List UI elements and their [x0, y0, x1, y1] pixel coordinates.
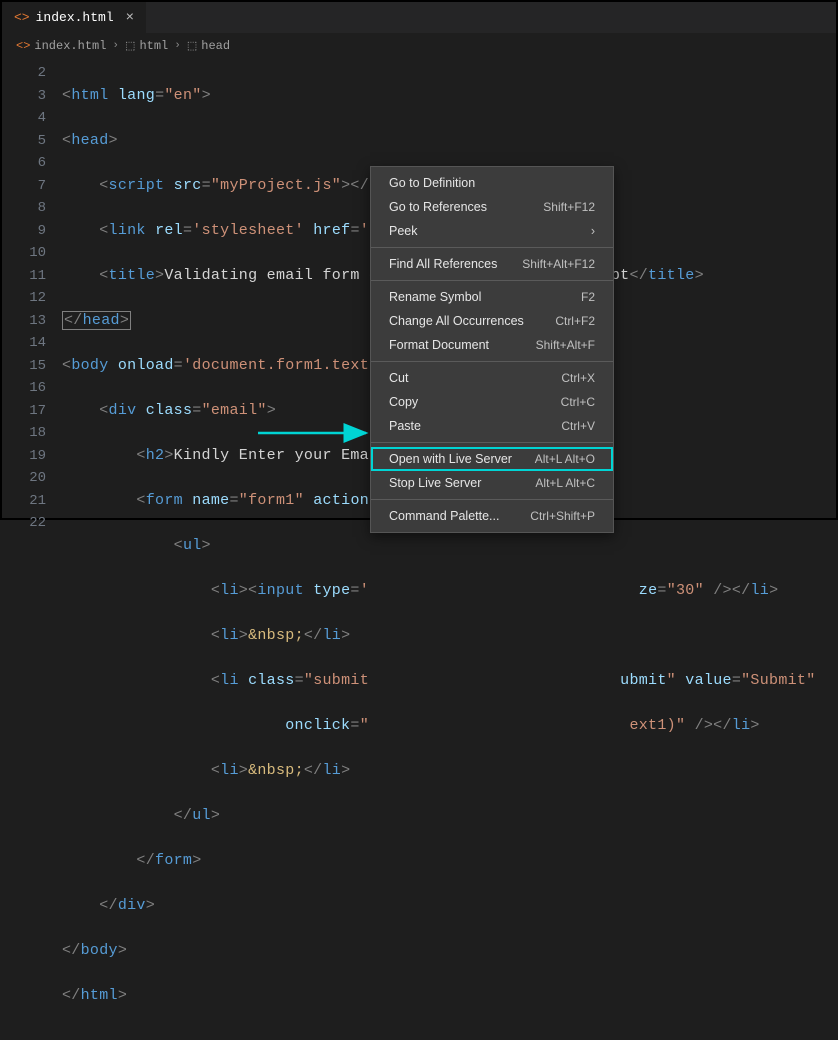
menu-goto-definition[interactable]: Go to Definition: [371, 171, 613, 195]
chevron-right-icon: ›: [174, 40, 181, 52]
close-icon[interactable]: ×: [126, 10, 134, 26]
menu-paste[interactable]: Paste Ctrl+V: [371, 414, 613, 438]
menu-label: Cut: [389, 371, 408, 385]
menu-shortcut: F2: [581, 290, 595, 304]
menu-shortcut: Alt+L Alt+C: [535, 476, 595, 490]
breadcrumb-crumb[interactable]: html: [139, 39, 168, 53]
menu-shortcut: Ctrl+V: [561, 419, 595, 433]
chevron-right-icon: ›: [112, 40, 119, 52]
line-number: 4: [2, 107, 46, 130]
breadcrumb[interactable]: <> index.html › ⬚ html › ⬚ head: [2, 34, 836, 58]
tab-bar: <> index.html ×: [2, 2, 836, 34]
line-number: 14: [2, 332, 46, 355]
code-editor[interactable]: 2 3 4 5 6 7 8 9 10 11 12 13 14 15 16 17 …: [2, 58, 836, 518]
line-number: 20: [2, 467, 46, 490]
menu-command-palette[interactable]: Command Palette... Ctrl+Shift+P: [371, 504, 613, 528]
line-number: 16: [2, 377, 46, 400]
menu-separator: [371, 361, 613, 362]
file-html-icon: <>: [14, 10, 30, 25]
menu-shortcut: Ctrl+X: [561, 371, 595, 385]
line-number: 19: [2, 445, 46, 468]
line-number: 17: [2, 400, 46, 423]
menu-separator: [371, 442, 613, 443]
menu-label: Copy: [389, 395, 418, 409]
menu-label: Open with Live Server: [389, 452, 512, 466]
menu-label: Format Document: [389, 338, 489, 352]
line-number: 2: [2, 62, 46, 85]
menu-copy[interactable]: Copy Ctrl+C: [371, 390, 613, 414]
menu-separator: [371, 247, 613, 248]
menu-stop-live-server[interactable]: Stop Live Server Alt+L Alt+C: [371, 471, 613, 495]
menu-cut[interactable]: Cut Ctrl+X: [371, 366, 613, 390]
menu-label: Rename Symbol: [389, 290, 481, 304]
menu-label: Paste: [389, 419, 421, 433]
menu-shortcut: Ctrl+F2: [555, 314, 595, 328]
line-number: 18: [2, 422, 46, 445]
menu-goto-references[interactable]: Go to References Shift+F12: [371, 195, 613, 219]
menu-label: Go to Definition: [389, 176, 475, 190]
menu-label: Stop Live Server: [389, 476, 481, 490]
menu-label: Find All References: [389, 257, 497, 271]
line-number: 5: [2, 130, 46, 153]
line-number: 8: [2, 197, 46, 220]
menu-shortcut: Alt+L Alt+O: [535, 452, 595, 466]
line-gutter: 2 3 4 5 6 7 8 9 10 11 12 13 14 15 16 17 …: [2, 58, 62, 518]
menu-shortcut: Shift+Alt+F12: [522, 257, 595, 271]
menu-find-all-references[interactable]: Find All References Shift+Alt+F12: [371, 252, 613, 276]
tab-index-html[interactable]: <> index.html ×: [2, 2, 147, 33]
line-number: 22: [2, 512, 46, 535]
line-number: 21: [2, 490, 46, 513]
line-number: 12: [2, 287, 46, 310]
tag-icon: ⬚: [125, 39, 135, 53]
tag-icon: ⬚: [187, 39, 197, 53]
breadcrumb-crumb[interactable]: head: [201, 39, 230, 53]
menu-shortcut: Shift+F12: [543, 200, 595, 214]
line-number: 10: [2, 242, 46, 265]
menu-label: Command Palette...: [389, 509, 499, 523]
breadcrumb-file[interactable]: index.html: [34, 39, 106, 53]
menu-change-all-occurrences[interactable]: Change All Occurrences Ctrl+F2: [371, 309, 613, 333]
chevron-right-icon: ›: [591, 224, 595, 238]
menu-peek[interactable]: Peek ›: [371, 219, 613, 243]
context-menu: Go to Definition Go to References Shift+…: [370, 166, 614, 533]
menu-rename-symbol[interactable]: Rename Symbol F2: [371, 285, 613, 309]
line-number: 9: [2, 220, 46, 243]
menu-shortcut: Ctrl+C: [561, 395, 595, 409]
line-number: 15: [2, 355, 46, 378]
menu-label: Change All Occurrences: [389, 314, 524, 328]
line-number: 3: [2, 85, 46, 108]
line-number: 7: [2, 175, 46, 198]
file-html-icon: <>: [16, 39, 30, 53]
menu-shortcut: Ctrl+Shift+P: [530, 509, 595, 523]
menu-label: Go to References: [389, 200, 487, 214]
line-number: 11: [2, 265, 46, 288]
menu-open-with-live-server[interactable]: Open with Live Server Alt+L Alt+O: [371, 447, 613, 471]
menu-separator: [371, 280, 613, 281]
menu-shortcut: Shift+Alt+F: [536, 338, 595, 352]
line-number: 6: [2, 152, 46, 175]
menu-label: Peek: [389, 224, 418, 238]
menu-separator: [371, 499, 613, 500]
tab-title: index.html: [36, 10, 114, 25]
menu-format-document[interactable]: Format Document Shift+Alt+F: [371, 333, 613, 357]
line-number: 13: [2, 310, 46, 333]
